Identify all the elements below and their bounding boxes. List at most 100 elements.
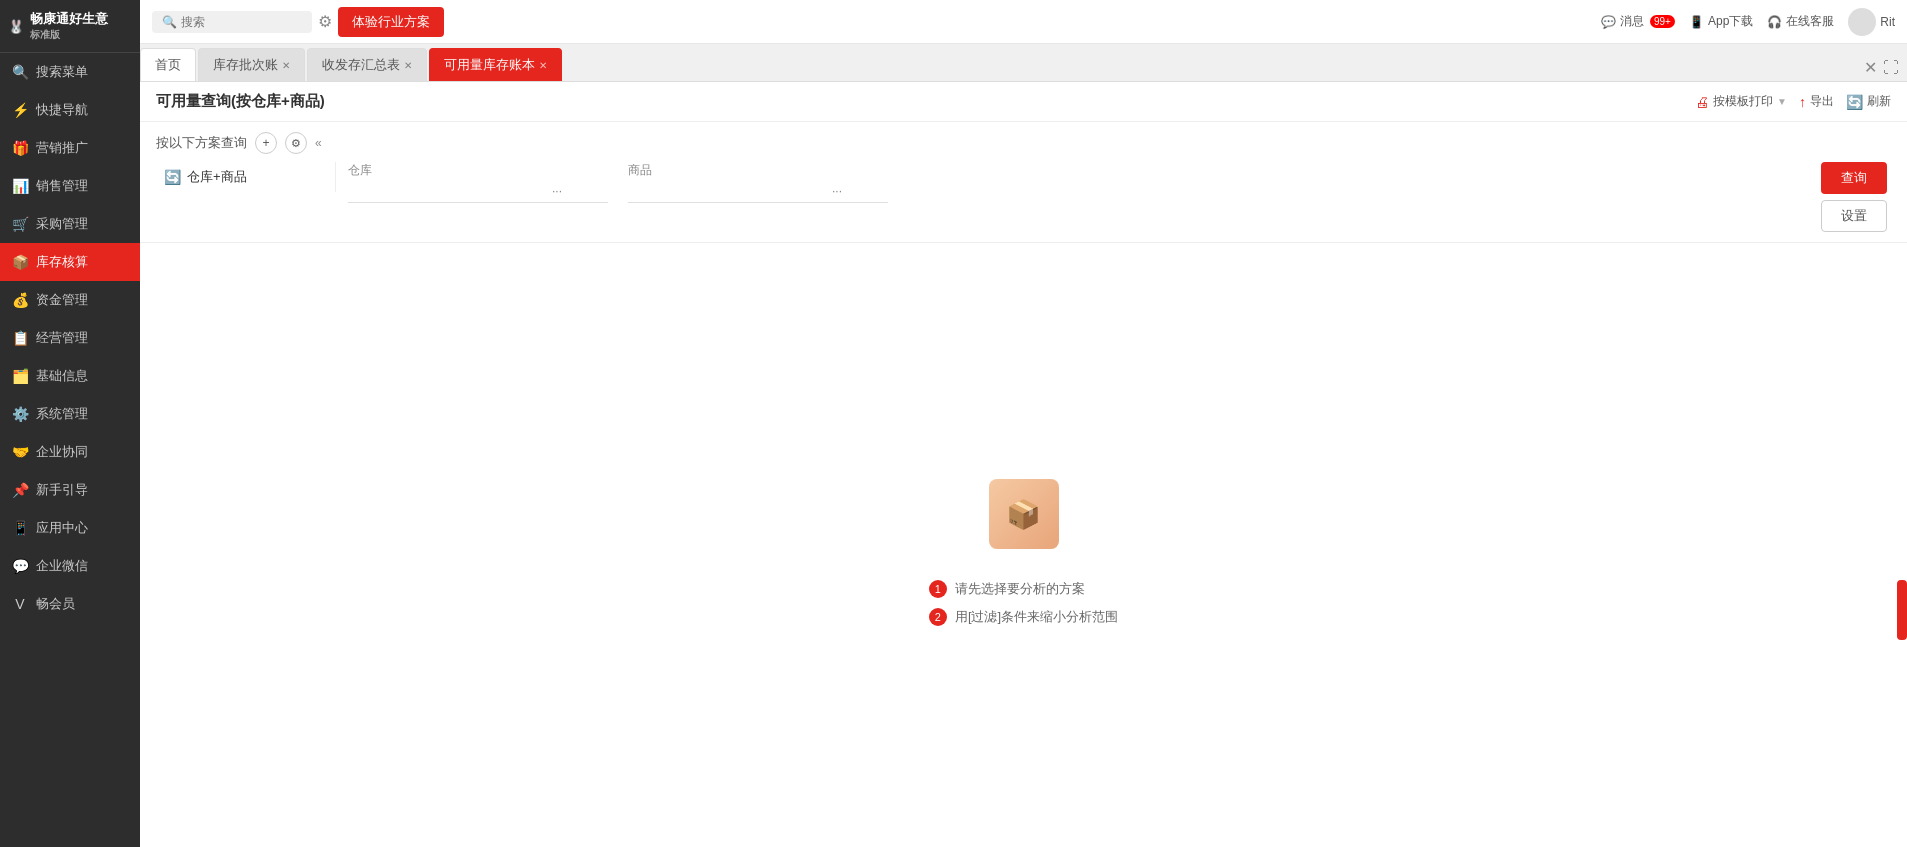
sidebar-item-app-center[interactable]: 📱 应用中心 — [0, 509, 140, 547]
refresh-icon: 🔄 — [1846, 94, 1863, 110]
flash-icon: ⚡ — [12, 102, 28, 118]
tip-text-1: 请先选择要分析的方案 — [955, 580, 1085, 598]
tab-batch-account[interactable]: 库存批次账 ✕ — [198, 48, 305, 81]
mobile-icon: 📱 — [12, 520, 28, 536]
folder-icon: 🗂️ — [12, 368, 28, 384]
sidebar-label-newbie: 新手引导 — [36, 481, 88, 499]
tab-receive-summary-close[interactable]: ✕ — [404, 60, 412, 71]
industry-button[interactable]: 体验行业方案 — [338, 7, 444, 37]
gear-icon: ⚙️ — [12, 406, 28, 422]
goods-more-button[interactable]: ··· — [832, 184, 842, 198]
scheme-icon: 🔄 — [164, 169, 181, 185]
sidebar-item-system[interactable]: ⚙️ 系统管理 — [0, 395, 140, 433]
warehouse-input[interactable] — [348, 183, 548, 198]
sidebar-menu: 🔍 搜索菜单 ⚡ 快捷导航 🎁 营销推广 📊 销售管理 🛒 采购管理 📦 — [0, 53, 140, 847]
sidebar-label-marketing: 营销推广 — [36, 139, 88, 157]
tab-available-ledger-close[interactable]: ✕ — [539, 60, 547, 71]
sidebar-label-shortcut: 快捷导航 — [36, 101, 88, 119]
scroll-indicator[interactable] — [1897, 580, 1907, 640]
refresh-action[interactable]: 🔄 刷新 — [1846, 93, 1891, 110]
tip-text-2: 用[过滤]条件来缩小分析范围 — [955, 608, 1118, 626]
tab-receive-summary-label: 收发存汇总表 — [322, 56, 400, 74]
box-icon: 📦 — [12, 254, 28, 270]
query-button[interactable]: 查询 — [1821, 162, 1887, 194]
warehouse-more-button[interactable]: ··· — [552, 184, 562, 198]
topbar-left: 🔍 ⚙ 体验行业方案 — [152, 7, 1593, 37]
search-input[interactable] — [181, 15, 281, 29]
sidebar-item-search[interactable]: 🔍 搜索菜单 — [0, 53, 140, 91]
sidebar-item-newbie[interactable]: 📌 新手引导 — [0, 471, 140, 509]
empty-tip-2: 2 用[过滤]条件来缩小分析范围 — [929, 608, 1118, 626]
sidebar-item-inventory[interactable]: 📦 库存核算 — [0, 243, 140, 281]
scheme-label: 仓库+商品 — [187, 168, 247, 186]
add-scheme-button[interactable]: + — [255, 132, 277, 154]
online-service-label: 在线客服 — [1786, 13, 1834, 30]
sidebar-label-app-center: 应用中心 — [36, 519, 88, 537]
tab-actions: ✕ ⛶ — [1864, 58, 1907, 81]
sidebar-item-vip[interactable]: V 畅会员 — [0, 585, 140, 623]
notification-badge: 99+ — [1650, 15, 1675, 28]
query-area: 按以下方案查询 + ⚙ « 🔄 仓库+商品 仓库 — [140, 122, 1907, 243]
sidebar-label-operations: 经营管理 — [36, 329, 88, 347]
refresh-label: 刷新 — [1867, 93, 1891, 110]
sidebar: 🐰 畅康通好生意 标准版 🔍 搜索菜单 ⚡ 快捷导航 🎁 营销推广 📊 — [0, 0, 140, 847]
user-group[interactable]: Rit — [1848, 8, 1895, 36]
sidebar-label-inventory: 库存核算 — [36, 253, 88, 271]
query-body: 🔄 仓库+商品 仓库 ··· 商品 — [156, 162, 1891, 232]
sidebar-item-purchase[interactable]: 🛒 采购管理 — [0, 205, 140, 243]
settings-icon[interactable]: ⚙ — [318, 12, 332, 31]
tab-maximize-button[interactable]: ⛶ — [1883, 59, 1899, 77]
message-group[interactable]: 💬 消息 99+ — [1601, 13, 1675, 30]
empty-state: 📦 1 请先选择要分析的方案 2 用[过滤]条件来缩小分析范围 — [140, 243, 1907, 847]
tab-home[interactable]: 首页 — [140, 48, 196, 81]
query-top: 按以下方案查询 + ⚙ « — [156, 132, 1891, 154]
tip-number-1: 1 — [929, 580, 947, 598]
print-dropdown-icon[interactable]: ▼ — [1777, 96, 1787, 107]
search-icon: 🔍 — [162, 15, 177, 29]
settings-button[interactable]: 设置 — [1821, 200, 1887, 232]
headset-icon: 🎧 — [1767, 15, 1782, 29]
tab-receive-summary[interactable]: 收发存汇总表 ✕ — [307, 48, 427, 81]
export-icon: ↑ — [1799, 94, 1806, 110]
sidebar-label-sales: 销售管理 — [36, 177, 88, 195]
empty-tips: 1 请先选择要分析的方案 2 用[过滤]条件来缩小分析范围 — [929, 580, 1118, 626]
sidebar-header: 🐰 畅康通好生意 标准版 — [0, 0, 140, 53]
online-service-group[interactable]: 🎧 在线客服 — [1767, 13, 1834, 30]
goods-input-group: ··· — [628, 183, 888, 203]
collapse-button[interactable]: « — [315, 136, 322, 150]
settings-scheme-button[interactable]: ⚙ — [285, 132, 307, 154]
box-illustration: 📦 — [989, 479, 1059, 549]
sidebar-item-enterprise-coop[interactable]: 🤝 企业协同 — [0, 433, 140, 471]
user-name: Rit — [1880, 15, 1895, 29]
clipboard-icon: 📋 — [12, 330, 28, 346]
goods-field: 商品 ··· — [628, 162, 888, 203]
sidebar-item-operations[interactable]: 📋 经营管理 — [0, 319, 140, 357]
warehouse-field: 仓库 ··· — [348, 162, 608, 203]
app-download-group[interactable]: 📱 App下载 — [1689, 13, 1753, 30]
pin-icon: 📌 — [12, 482, 28, 498]
scheme-item-warehouse-goods[interactable]: 🔄 仓库+商品 — [156, 162, 327, 192]
page-header: 可用量查询(按仓库+商品) 🖨 按模板打印 ▼ ↑ 导出 🔄 刷新 — [140, 82, 1907, 122]
tab-available-ledger-label: 可用量库存账本 — [444, 56, 535, 74]
scheme-list: 🔄 仓库+商品 — [156, 162, 336, 192]
tab-close-window-button[interactable]: ✕ — [1864, 58, 1877, 77]
sidebar-item-enterprise-wechat[interactable]: 💬 企业微信 — [0, 547, 140, 585]
sidebar-label-purchase: 采购管理 — [36, 215, 88, 233]
print-action[interactable]: 🖨 按模板打印 ▼ — [1695, 93, 1787, 110]
page-header-actions: 🖨 按模板打印 ▼ ↑ 导出 🔄 刷新 — [1695, 93, 1891, 110]
export-label: 导出 — [1810, 93, 1834, 110]
topbar-search-box[interactable]: 🔍 — [152, 11, 312, 33]
sidebar-item-shortcut[interactable]: ⚡ 快捷导航 — [0, 91, 140, 129]
goods-input[interactable] — [628, 183, 828, 198]
sidebar-item-basic-info[interactable]: 🗂️ 基础信息 — [0, 357, 140, 395]
tab-available-ledger[interactable]: 可用量库存账本 ✕ — [429, 48, 562, 81]
sidebar-item-sales[interactable]: 📊 销售管理 — [0, 167, 140, 205]
tab-batch-account-close[interactable]: ✕ — [282, 60, 290, 71]
sidebar-label-finance: 资金管理 — [36, 291, 88, 309]
chart-icon: 📊 — [12, 178, 28, 194]
export-action[interactable]: ↑ 导出 — [1799, 93, 1834, 110]
sidebar-item-finance[interactable]: 💰 资金管理 — [0, 281, 140, 319]
gift-icon: 🎁 — [12, 140, 28, 156]
sidebar-item-marketing[interactable]: 🎁 营销推广 — [0, 129, 140, 167]
query-fields: 仓库 ··· 商品 ··· — [336, 162, 1821, 203]
